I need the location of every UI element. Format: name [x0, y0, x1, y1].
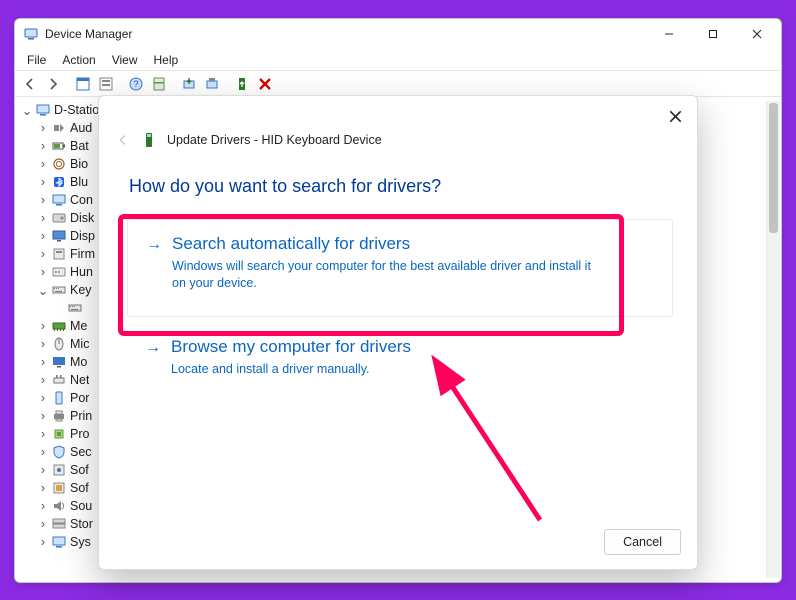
app-icon: [23, 26, 39, 42]
update-driver-icon[interactable]: [178, 73, 200, 95]
scan-icon[interactable]: [148, 73, 170, 95]
window-title: Device Manager: [45, 27, 647, 41]
uninstall-icon[interactable]: [201, 73, 223, 95]
menu-help[interactable]: Help: [146, 51, 187, 69]
option-title: Browse my computer for drivers: [171, 337, 411, 357]
option-description: Locate and install a driver manually.: [171, 361, 411, 378]
minimize-button[interactable]: [647, 19, 691, 49]
back-button[interactable]: [19, 73, 41, 95]
device-icon: [141, 132, 157, 148]
menu-action[interactable]: Action: [54, 51, 103, 69]
option-search-automatically[interactable]: → Search automatically for drivers Windo…: [127, 219, 673, 317]
maximize-button[interactable]: [691, 19, 735, 49]
dialog-header: Update Drivers - HID Keyboard Device: [115, 132, 382, 148]
arrow-right-icon: →: [146, 234, 162, 292]
scrollbar-thumb[interactable]: [769, 103, 778, 233]
option-browse-computer[interactable]: → Browse my computer for drivers Locate …: [127, 333, 673, 384]
properties-icon[interactable]: [72, 73, 94, 95]
update-drivers-dialog: Update Drivers - HID Keyboard Device How…: [98, 95, 698, 570]
option-description: Windows will search your computer for th…: [172, 258, 592, 292]
menubar: File Action View Help: [15, 49, 781, 71]
scrollbar[interactable]: [766, 101, 780, 578]
help-icon[interactable]: ?: [125, 73, 147, 95]
dialog-title: Update Drivers - HID Keyboard Device: [167, 133, 382, 147]
dialog-close-button[interactable]: [663, 104, 687, 128]
arrow-right-icon: →: [145, 337, 161, 378]
options-icon[interactable]: [95, 73, 117, 95]
menu-file[interactable]: File: [19, 51, 54, 69]
enable-icon[interactable]: [231, 73, 253, 95]
svg-text:?: ?: [133, 79, 138, 89]
close-button[interactable]: [735, 19, 779, 49]
disable-icon[interactable]: [254, 73, 276, 95]
dialog-back-button[interactable]: [115, 132, 131, 148]
dialog-footer: Cancel: [604, 529, 681, 555]
titlebar: Device Manager: [15, 19, 781, 49]
menu-view[interactable]: View: [104, 51, 146, 69]
option-title: Search automatically for drivers: [172, 234, 592, 254]
toolbar: ?: [15, 71, 781, 97]
forward-button[interactable]: [42, 73, 64, 95]
dialog-question: How do you want to search for drivers?: [129, 176, 673, 197]
dialog-body: How do you want to search for drivers? →…: [127, 172, 673, 517]
cancel-button[interactable]: Cancel: [604, 529, 681, 555]
